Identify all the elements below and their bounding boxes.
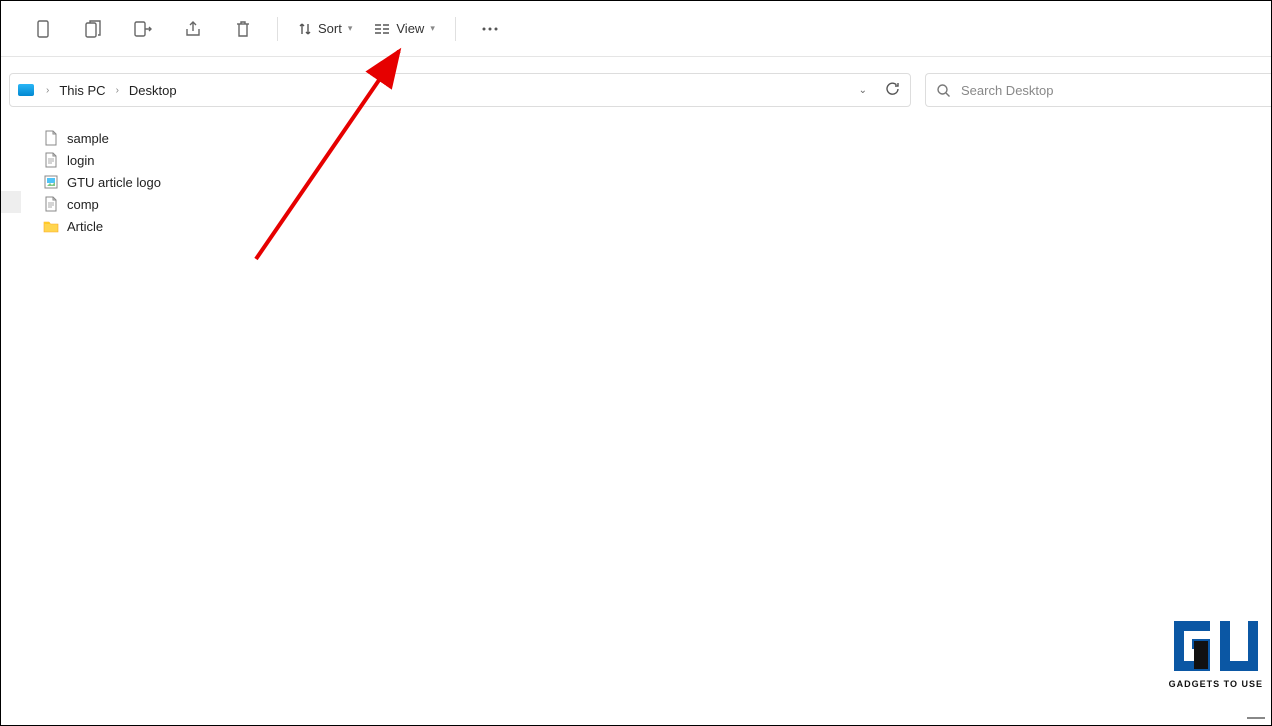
chevron-right-icon: › (42, 85, 53, 96)
watermark-text: GADGETS TO USE (1169, 679, 1263, 689)
text-file-icon (43, 152, 59, 168)
search-input[interactable] (961, 83, 1261, 98)
file-list: sample login GTU article logo comp Artic… (1, 119, 1271, 237)
delete-button[interactable] (221, 11, 265, 47)
view-label: View (396, 21, 424, 36)
paste-button[interactable] (121, 11, 165, 47)
list-item[interactable]: Article (39, 215, 1271, 237)
view-icon (374, 23, 390, 35)
image-file-icon (43, 174, 59, 190)
view-dropdown[interactable]: View ▾ (366, 11, 442, 47)
sort-label: Sort (318, 21, 342, 36)
resize-grip[interactable] (1247, 717, 1265, 719)
watermark-logo (1169, 617, 1263, 675)
more-options-button[interactable] (468, 11, 512, 47)
location-row: › This PC › Desktop ⌄ (1, 57, 1271, 119)
file-name: sample (67, 131, 109, 146)
list-item[interactable]: login (39, 149, 1271, 171)
refresh-button[interactable] (881, 77, 904, 103)
list-item[interactable]: sample (39, 127, 1271, 149)
file-name: comp (67, 197, 99, 212)
breadcrumb-desktop[interactable]: Desktop (127, 83, 179, 98)
chevron-right-icon: › (112, 85, 123, 96)
address-bar[interactable]: › This PC › Desktop ⌄ (9, 73, 911, 107)
file-name: GTU article logo (67, 175, 161, 190)
share-button[interactable] (171, 11, 215, 47)
file-icon (43, 130, 59, 146)
toolbar: Sort ▾ View ▾ (1, 1, 1271, 57)
sidebar-edge (1, 191, 21, 213)
address-history-dropdown[interactable]: ⌄ (855, 81, 871, 100)
watermark: GADGETS TO USE (1169, 617, 1263, 689)
file-name: Article (67, 219, 103, 234)
sort-dropdown[interactable]: Sort ▾ (290, 11, 360, 47)
refresh-icon (885, 81, 900, 96)
list-item[interactable]: comp (39, 193, 1271, 215)
search-box[interactable] (925, 73, 1271, 107)
copy-button[interactable] (71, 11, 115, 47)
text-file-icon (43, 196, 59, 212)
sort-icon (298, 22, 312, 36)
toolbar-separator (455, 17, 456, 41)
toolbar-separator (277, 17, 278, 41)
folder-icon (43, 218, 59, 234)
file-name: login (67, 153, 94, 168)
list-item[interactable]: GTU article logo (39, 171, 1271, 193)
breadcrumb-this-pc[interactable]: This PC (57, 83, 107, 98)
chevron-down-icon: ▾ (348, 23, 353, 34)
location-icon (18, 84, 34, 96)
chevron-down-icon: ▾ (430, 23, 435, 34)
search-icon (936, 83, 951, 98)
new-item-button[interactable] (21, 11, 65, 47)
ellipsis-icon (482, 27, 498, 31)
